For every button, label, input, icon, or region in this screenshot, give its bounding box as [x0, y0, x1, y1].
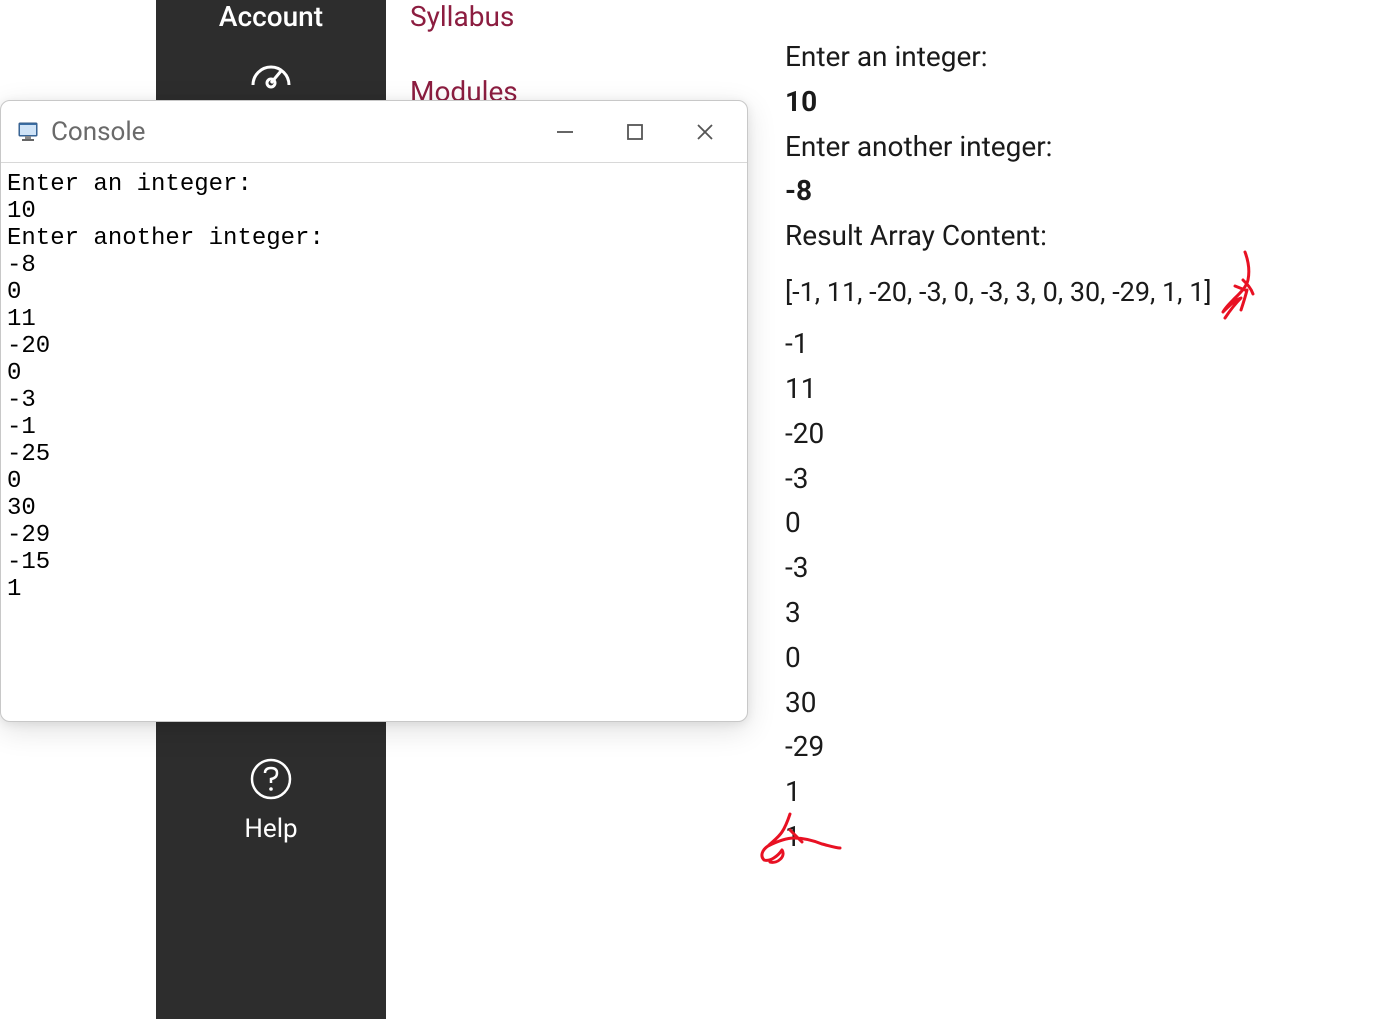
console-window: Console Enter an integer: 10 Enter anoth…	[0, 100, 748, 722]
console-titlebar[interactable]: Console	[1, 101, 747, 163]
nav-link-syllabus[interactable]: Syllabus	[410, 0, 518, 33]
help-label: Help	[156, 814, 386, 844]
result-label: Result Array Content:	[785, 214, 1345, 259]
console-app-icon	[17, 120, 39, 142]
list-item: 3	[785, 591, 1345, 636]
dashboard-icon	[219, 53, 323, 96]
result-array: [-1, 11, -20, -3, 0, -3, 3, 0, 30, -29, …	[785, 271, 1345, 314]
list-item: 11	[785, 367, 1345, 412]
content-panel: Enter an integer: 10 Enter another integ…	[785, 35, 1345, 860]
console-output: Enter an integer: 10 Enter another integ…	[1, 163, 747, 721]
prompt-1: Enter an integer:	[785, 35, 1345, 80]
list-item: 0	[785, 501, 1345, 546]
list-item: 0	[785, 636, 1345, 681]
console-title: Console	[51, 117, 551, 147]
list-item: 1	[785, 815, 1345, 860]
list-item: -29	[785, 725, 1345, 770]
help-icon	[156, 758, 386, 804]
list-item: -20	[785, 412, 1345, 457]
window-controls	[551, 118, 737, 146]
account-label: Account	[219, 0, 323, 33]
list-item: -1	[785, 322, 1345, 367]
value-2: -8	[785, 169, 1345, 214]
value-1: 10	[785, 80, 1345, 125]
close-button[interactable]	[691, 118, 719, 146]
list-item: -3	[785, 546, 1345, 591]
maximize-button[interactable]	[621, 118, 649, 146]
list-item: -3	[785, 457, 1345, 502]
prompt-2: Enter another integer:	[785, 125, 1345, 170]
minimize-button[interactable]	[551, 118, 579, 146]
result-values-list: -1 11 -20 -3 0 -3 3 0 30 -29 1 1	[785, 322, 1345, 860]
list-item: 30	[785, 681, 1345, 726]
sidebar-item-help[interactable]: Help	[156, 758, 386, 844]
list-item: 1	[785, 770, 1345, 815]
sidebar-item-account[interactable]: Account	[219, 0, 323, 106]
